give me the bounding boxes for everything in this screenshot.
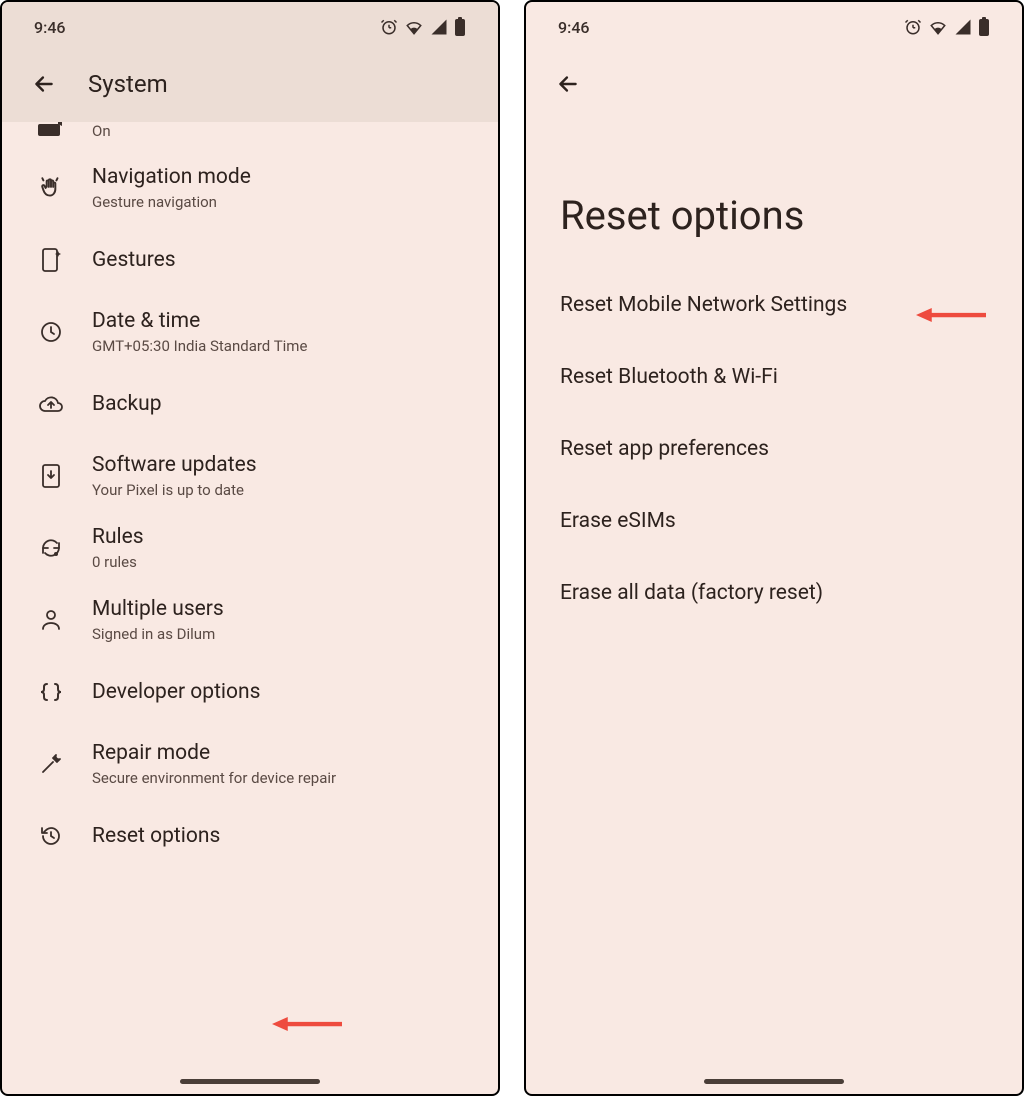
hand-gesture-icon (38, 175, 64, 201)
page-title: System (88, 70, 168, 98)
phone-sparkle-icon (38, 247, 64, 273)
option-erase-all-data[interactable]: Erase all data (factory reset) (526, 557, 1022, 629)
list-item-rules[interactable]: Rules 0 rules (2, 512, 498, 584)
list-item-title: Gestures (92, 248, 176, 272)
header: System (2, 52, 498, 122)
header (526, 52, 1022, 122)
wifi-icon (404, 18, 424, 36)
list-item-sub: Signed in as Dilum (92, 625, 224, 643)
alarm-icon (904, 18, 922, 36)
status-time: 9:46 (34, 18, 66, 37)
list-item-software-updates[interactable]: Software updates Your Pixel is up to dat… (2, 440, 498, 512)
option-reset-mobile-network[interactable]: Reset Mobile Network Settings (526, 269, 1022, 341)
user-icon (38, 607, 64, 633)
phone-download-icon (38, 463, 64, 489)
option-label: Reset Mobile Network Settings (560, 293, 847, 317)
option-label: Erase eSIMs (560, 509, 676, 533)
list-item-title: Multiple users (92, 597, 224, 621)
list-item-navigation-mode[interactable]: Navigation mode Gesture navigation (2, 152, 498, 224)
list-item-developer-options[interactable]: Developer options (2, 656, 498, 728)
list-item-repair-mode[interactable]: Repair mode Secure environment for devic… (2, 728, 498, 800)
list-item-title: Navigation mode (92, 165, 251, 189)
option-reset-app-preferences[interactable]: Reset app preferences (526, 413, 1022, 485)
wifi-icon (928, 18, 948, 36)
battery-icon (978, 17, 990, 37)
list-item-multiple-users[interactable]: Multiple users Signed in as Dilum (2, 584, 498, 656)
status-bar: 9:46 (526, 2, 1022, 52)
list-item-title: Rules (92, 525, 144, 549)
option-erase-esims[interactable]: Erase eSIMs (526, 485, 1022, 557)
back-button[interactable] (554, 70, 582, 98)
tools-icon (38, 751, 64, 777)
history-icon (38, 823, 64, 849)
status-icons (380, 17, 466, 37)
list-item-title: Backup (92, 392, 162, 416)
list-item-sub: Gesture navigation (92, 193, 251, 211)
clock-icon (38, 319, 64, 345)
phone-right: 9:46 Reset options Reset Mobile Network … (524, 0, 1024, 1096)
alarm-icon (380, 18, 398, 36)
option-label: Reset app preferences (560, 437, 769, 461)
touchpad-icon (38, 122, 64, 142)
cloud-upload-icon (38, 391, 64, 417)
list-item-reset-options[interactable]: Reset options (2, 800, 498, 872)
arrow-back-icon (555, 71, 581, 97)
list-item-title: Developer options (92, 680, 260, 704)
settings-list[interactable]: On Navigation mode Gesture navigation Ge… (2, 122, 498, 1094)
status-bar: 9:46 (2, 2, 498, 52)
list-item-date-time[interactable]: Date & time GMT+05:30 India Standard Tim… (2, 296, 498, 368)
option-reset-bluetooth-wifi[interactable]: Reset Bluetooth & Wi-Fi (526, 341, 1022, 413)
list-item-sub: 0 rules (92, 553, 144, 571)
reset-options-list: Reset Mobile Network Settings Reset Blue… (526, 269, 1022, 1094)
phone-left: 9:46 System On Navigation mode (0, 0, 500, 1096)
list-item-title: Repair mode (92, 741, 336, 765)
option-label: Reset Bluetooth & Wi-Fi (560, 365, 778, 389)
list-item-sub: Your Pixel is up to date (92, 481, 257, 499)
list-item-sub: GMT+05:30 India Standard Time (92, 337, 307, 355)
nav-handle[interactable] (704, 1079, 844, 1084)
option-label: Erase all data (factory reset) (560, 581, 823, 605)
back-button[interactable] (30, 70, 58, 98)
sync-gear-icon (38, 535, 64, 561)
list-item-backup[interactable]: Backup (2, 368, 498, 440)
cell-signal-icon (954, 18, 972, 36)
battery-icon (454, 17, 466, 37)
cell-signal-icon (430, 18, 448, 36)
list-item-title: Reset options (92, 824, 220, 848)
list-item-partial[interactable]: On (2, 122, 498, 152)
page-title: Reset options (526, 122, 1022, 269)
list-item-title: Date & time (92, 309, 307, 333)
arrow-back-icon (31, 71, 57, 97)
list-item-sub: On (92, 122, 111, 140)
list-item-gestures[interactable]: Gestures (2, 224, 498, 296)
status-icons (904, 17, 990, 37)
status-time: 9:46 (558, 18, 590, 37)
nav-handle[interactable] (180, 1079, 320, 1084)
list-item-title: Software updates (92, 453, 257, 477)
list-item-sub: Secure environment for device repair (92, 769, 336, 787)
braces-icon (38, 679, 64, 705)
